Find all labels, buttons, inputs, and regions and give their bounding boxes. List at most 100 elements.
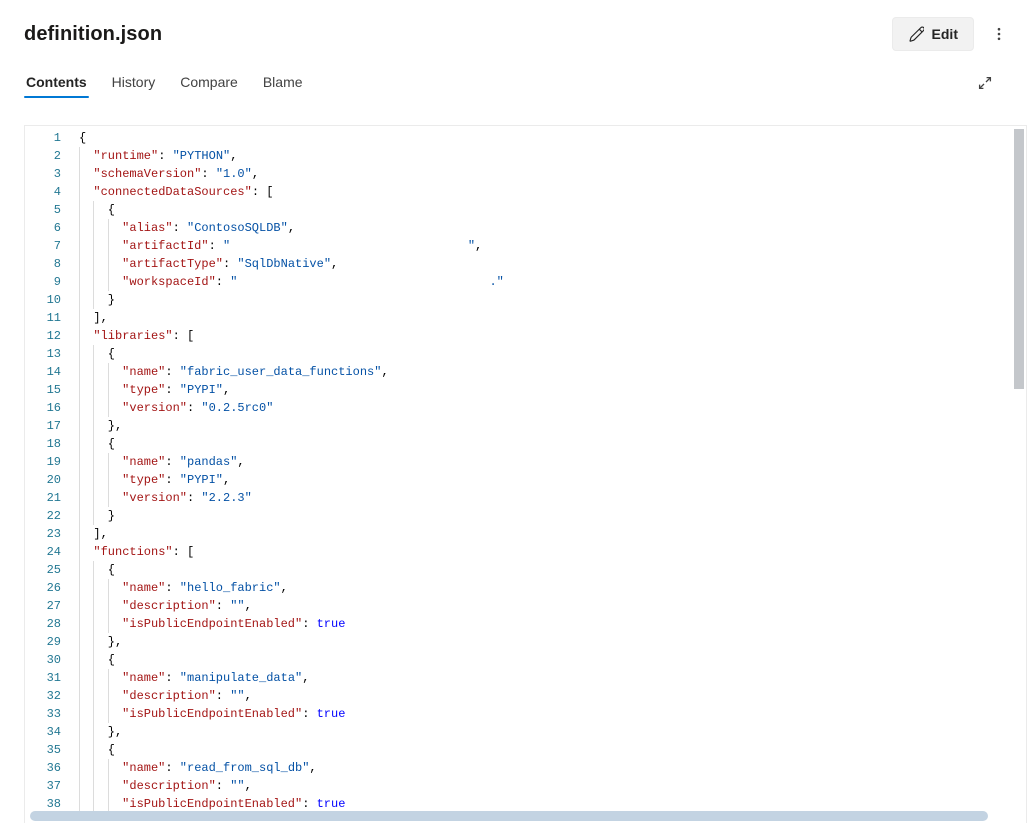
indent-guide [93,219,107,237]
line-number: 30 [46,653,61,667]
fullscreen-toggle-button[interactable] [970,68,1000,98]
indent-guide [107,489,122,507]
code-token: "connectedDataSources" [93,185,252,199]
code-token: : [165,473,180,487]
code-token: : [158,149,173,163]
code-token: "artifactId" [122,239,209,253]
more-actions-button[interactable] [982,17,1016,51]
code-token: "SqlDbNative" [237,257,332,271]
line-number: 26 [46,581,61,595]
line-number: 15 [46,383,61,397]
indent-guide [107,363,122,381]
code-line: } [79,507,1026,525]
code-token: "" [230,689,245,703]
indent-guide [93,381,107,399]
code-token: "description" [122,779,216,793]
code-token: ], [93,311,108,325]
code-line: "type": "PYPI", [79,381,1026,399]
line-number: 34 [46,725,61,739]
line-number: 36 [46,761,61,775]
code-line: "alias": "ContosoSQLDB", [79,219,1026,237]
code-line: "connectedDataSources": [ [79,183,1026,201]
indent-guide [79,471,93,489]
code-token: , [244,689,252,703]
indent-guide [79,255,93,273]
line-number: 16 [46,401,61,415]
code-token: "name" [122,761,166,775]
code-token: { [107,743,115,757]
code-line: "name": "hello_fabric", [79,579,1026,597]
tab-contents[interactable]: Contents [24,66,89,102]
code-line: "schemaVersion": "1.0", [79,165,1026,183]
code-token: " " [223,239,476,253]
indent-guide [93,237,107,255]
indent-guide [79,381,93,399]
code-token: , [244,599,252,613]
indent-guide [79,291,93,309]
tab-compare[interactable]: Compare [178,66,240,102]
code-line: ], [79,525,1026,543]
line-number: 11 [46,311,61,325]
code-token: , [223,383,231,397]
code-token: : [186,401,202,415]
code-token: "version" [122,401,187,415]
code-line: "runtime": "PYTHON", [79,147,1026,165]
line-number: 13 [46,347,61,361]
code-line: { [79,435,1026,453]
indent-guide [79,579,93,597]
horizontal-scrollbar[interactable] [26,810,1012,823]
indent-guide [107,759,122,777]
code-token: "1.0" [215,167,252,181]
indent-guide [93,759,107,777]
code-token: true [316,797,346,811]
horizontal-scrollbar-thumb[interactable] [30,811,988,821]
code-lines[interactable]: { "runtime": "PYTHON", "schemaVersion": "1… [79,126,1026,823]
indent-guide [79,453,93,471]
code-token: } [107,293,115,307]
indent-guide [79,309,93,327]
indent-guide [79,615,93,633]
indent-guide [107,597,122,615]
vertical-scrollbar-thumb[interactable] [1014,129,1024,389]
indent-guide [79,273,93,291]
code-token: , [223,473,231,487]
indent-guide [79,237,93,255]
code-editor[interactable]: 1 2 3 4 5 6 7 8 9 10 11 12 13 14 15 16 17 18 19 20 21 22 23 24 2… [24,125,1027,823]
code-line: }, [79,633,1026,651]
line-number: 31 [46,671,61,685]
edit-button-label: Edit [931,26,958,42]
code-line: { [79,201,1026,219]
code-line: "workspaceId": " ." [79,273,1026,291]
code-token: : [302,797,317,811]
indent-guide [79,633,93,651]
indent-guide [79,687,93,705]
code-token: , [331,257,339,271]
indent-guide [79,417,93,435]
code-token: "isPublicEndpointEnabled" [122,797,303,811]
code-token: : [215,779,231,793]
code-line: }, [79,417,1026,435]
code-line: { [79,651,1026,669]
edit-button[interactable]: Edit [891,17,974,51]
tab-blame[interactable]: Blame [261,66,305,102]
code-token: : [172,221,187,235]
line-number: 3 [53,167,61,181]
line-number: 7 [53,239,61,253]
indent-guide [107,255,122,273]
code-token: : [165,383,180,397]
code-token: , [287,221,296,235]
code-line: "isPublicEndpointEnabled": true [79,705,1026,723]
code-token: "type" [122,383,166,397]
vertical-scrollbar[interactable] [1012,127,1025,810]
code-token: "2.2.3" [201,491,252,505]
indent-guide [93,777,107,795]
fullscreen-expand-icon [977,75,993,91]
indent-guide [79,183,93,201]
indent-guide [79,543,93,561]
code-token: , [381,365,389,379]
line-number: 29 [46,635,61,649]
tab-history[interactable]: History [110,66,158,102]
indent-guide [93,201,107,219]
code-token: "pandas" [179,455,238,469]
code-token: : [302,707,317,721]
